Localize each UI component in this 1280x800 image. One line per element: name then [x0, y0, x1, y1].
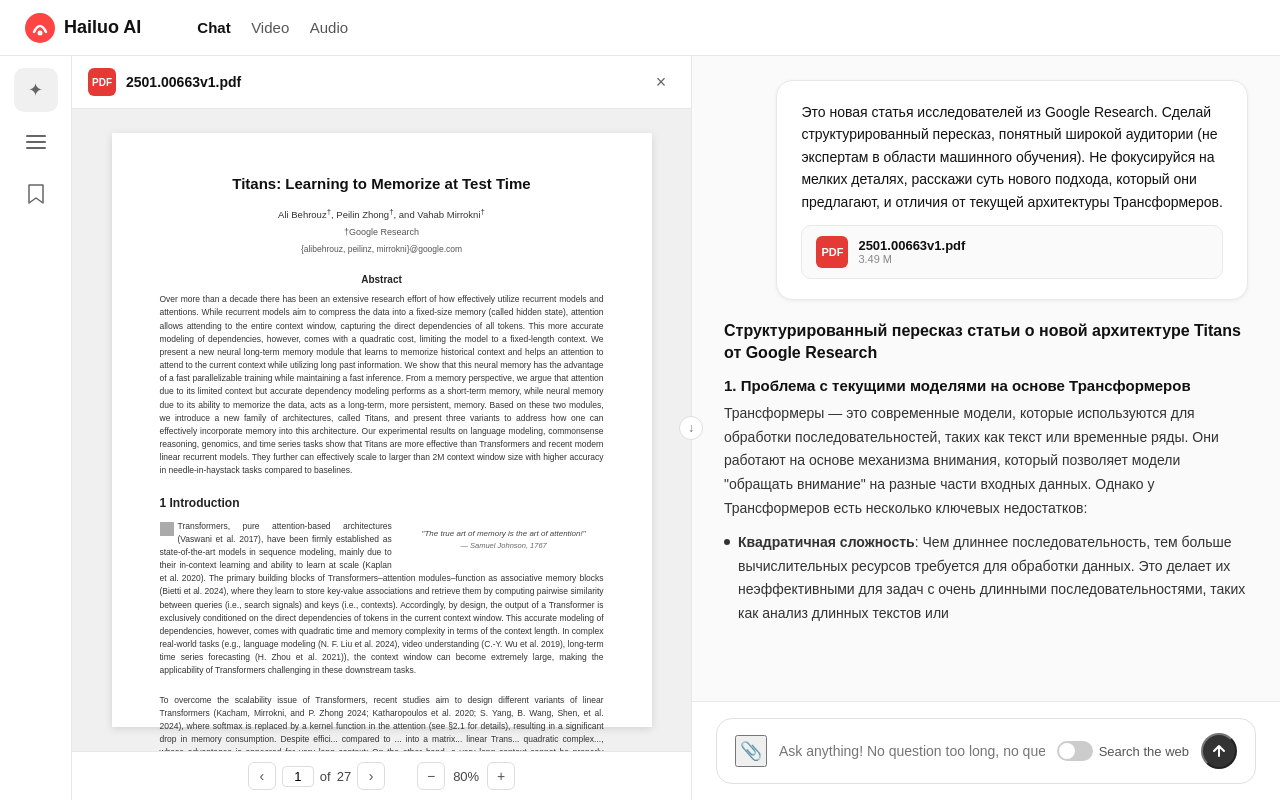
- nav-video[interactable]: Video: [243, 15, 297, 40]
- pdf-zoom-in-button[interactable]: +: [487, 762, 515, 790]
- nav-audio[interactable]: Audio: [302, 15, 356, 40]
- ai-section1-heading: 1. Проблема с текущими моделями на основ…: [724, 377, 1248, 394]
- chat-messages-list: Это новая статья исследователей из Googl…: [692, 56, 1280, 701]
- ai-bullet-label: Квадратичная сложность: [738, 534, 915, 550]
- user-message-bubble: Это новая статья исследователей из Googl…: [776, 80, 1248, 300]
- chat-input-area: 📎 Search the web: [692, 701, 1280, 800]
- decorative-icon: [160, 522, 174, 536]
- nav-chat[interactable]: Chat: [189, 15, 238, 40]
- pdf-authors: Ali Behrouz†, Peilin Zhong†, and Vahab M…: [160, 206, 604, 222]
- attachment-pdf-icon: PDF: [816, 236, 848, 268]
- chat-panel: Это новая статья исследователей из Googl…: [692, 56, 1280, 800]
- pdf-close-button[interactable]: ×: [647, 68, 675, 96]
- pdf-zoom-level: 80%: [453, 769, 479, 784]
- sidebar: ✦: [0, 56, 72, 800]
- pdf-doc-title: Titans: Learning to Memorize at Test Tim…: [160, 173, 604, 196]
- pdf-abstract-heading: Abstract: [160, 272, 604, 287]
- ai-bullet-text: Квадратичная сложность: Чем длиннее посл…: [738, 531, 1248, 626]
- pdf-filename: 2501.00663v1.pdf: [126, 74, 637, 90]
- pdf-page: Titans: Learning to Memorize at Test Tim…: [112, 133, 652, 727]
- pdf-section1-title: 1 Introduction: [160, 494, 604, 512]
- pdf-affiliation: †Google Research: [160, 226, 604, 240]
- svg-point-1: [38, 30, 43, 35]
- pdf-quote: "The true art of memory is the art of at…: [404, 520, 604, 559]
- pdf-footer: ‹ of 27 › − 80% +: [72, 751, 691, 800]
- web-search-label: Search the web: [1099, 744, 1189, 759]
- main-nav: Chat Video Audio: [189, 19, 356, 37]
- pdf-page-info: ‹ of 27 ›: [248, 762, 385, 790]
- attachment-filename: 2501.00663v1.pdf: [858, 238, 965, 253]
- send-button[interactable]: [1201, 733, 1237, 769]
- svg-rect-2: [26, 135, 46, 137]
- svg-rect-4: [26, 147, 46, 149]
- pdf-zoom-controls: − 80% +: [417, 762, 515, 790]
- attachment-filesize: 3.49 M: [858, 253, 965, 265]
- pdf-viewer-panel: PDF 2501.00663v1.pdf × Titans: Learning …: [72, 56, 692, 800]
- ai-section1-text: Трансформеры — это современные модели, к…: [724, 402, 1248, 521]
- pdf-page-number-input[interactable]: [282, 766, 314, 787]
- user-message-text: Это новая статья исследователей из Googl…: [801, 101, 1223, 213]
- pdf-zoom-out-button[interactable]: −: [417, 762, 445, 790]
- pdf-attachment-card: PDF 2501.00663v1.pdf 3.49 M: [801, 225, 1223, 279]
- svg-point-0: [25, 13, 55, 43]
- bullet-dot: [724, 539, 730, 545]
- pdf-abstract-text: Over more than a decade there has been a…: [160, 293, 604, 477]
- header: Hailuo AI Chat Video Audio: [0, 0, 1280, 56]
- ai-bullet-item: Квадратичная сложность: Чем длиннее посл…: [724, 531, 1248, 626]
- chat-input-box: 📎 Search the web: [716, 718, 1256, 784]
- main-content: ✦ PDF 2501.00663v1.pdf × Titans: Learnin…: [0, 56, 1280, 800]
- chat-text-input[interactable]: [779, 743, 1045, 759]
- web-search-toggle[interactable]: Search the web: [1057, 741, 1189, 761]
- logo-icon: [24, 12, 56, 44]
- logo: Hailuo AI: [24, 12, 141, 44]
- ai-response-title: Структурированный пересказ статьи о ново…: [724, 320, 1248, 365]
- panel-resize-handle[interactable]: ↓: [679, 416, 703, 440]
- pdf-next-button[interactable]: ›: [357, 762, 385, 790]
- sidebar-item-history[interactable]: [14, 120, 58, 164]
- pdf-prev-button[interactable]: ‹: [248, 762, 276, 790]
- sidebar-item-new-chat[interactable]: ✦: [14, 68, 58, 112]
- svg-rect-3: [26, 141, 46, 143]
- pdf-file-icon: PDF: [88, 68, 116, 96]
- pdf-email: {alibehrouz, peilinz, mirrokni}@google.c…: [160, 243, 604, 256]
- toggle-knob: [1059, 743, 1075, 759]
- attach-button[interactable]: 📎: [735, 735, 767, 767]
- sidebar-item-bookmarks[interactable]: [14, 172, 58, 216]
- pdf-intro-text2: To overcome the scalability issue of Tra…: [160, 694, 604, 751]
- pdf-total-pages: 27: [337, 769, 351, 784]
- logo-text: Hailuo AI: [64, 17, 141, 38]
- web-search-toggle-switch[interactable]: [1057, 741, 1093, 761]
- ai-response-message: Структурированный пересказ статьи о ново…: [724, 320, 1248, 632]
- pdf-content-area[interactable]: Titans: Learning to Memorize at Test Tim…: [72, 109, 691, 751]
- pdf-header: PDF 2501.00663v1.pdf ×: [72, 56, 691, 109]
